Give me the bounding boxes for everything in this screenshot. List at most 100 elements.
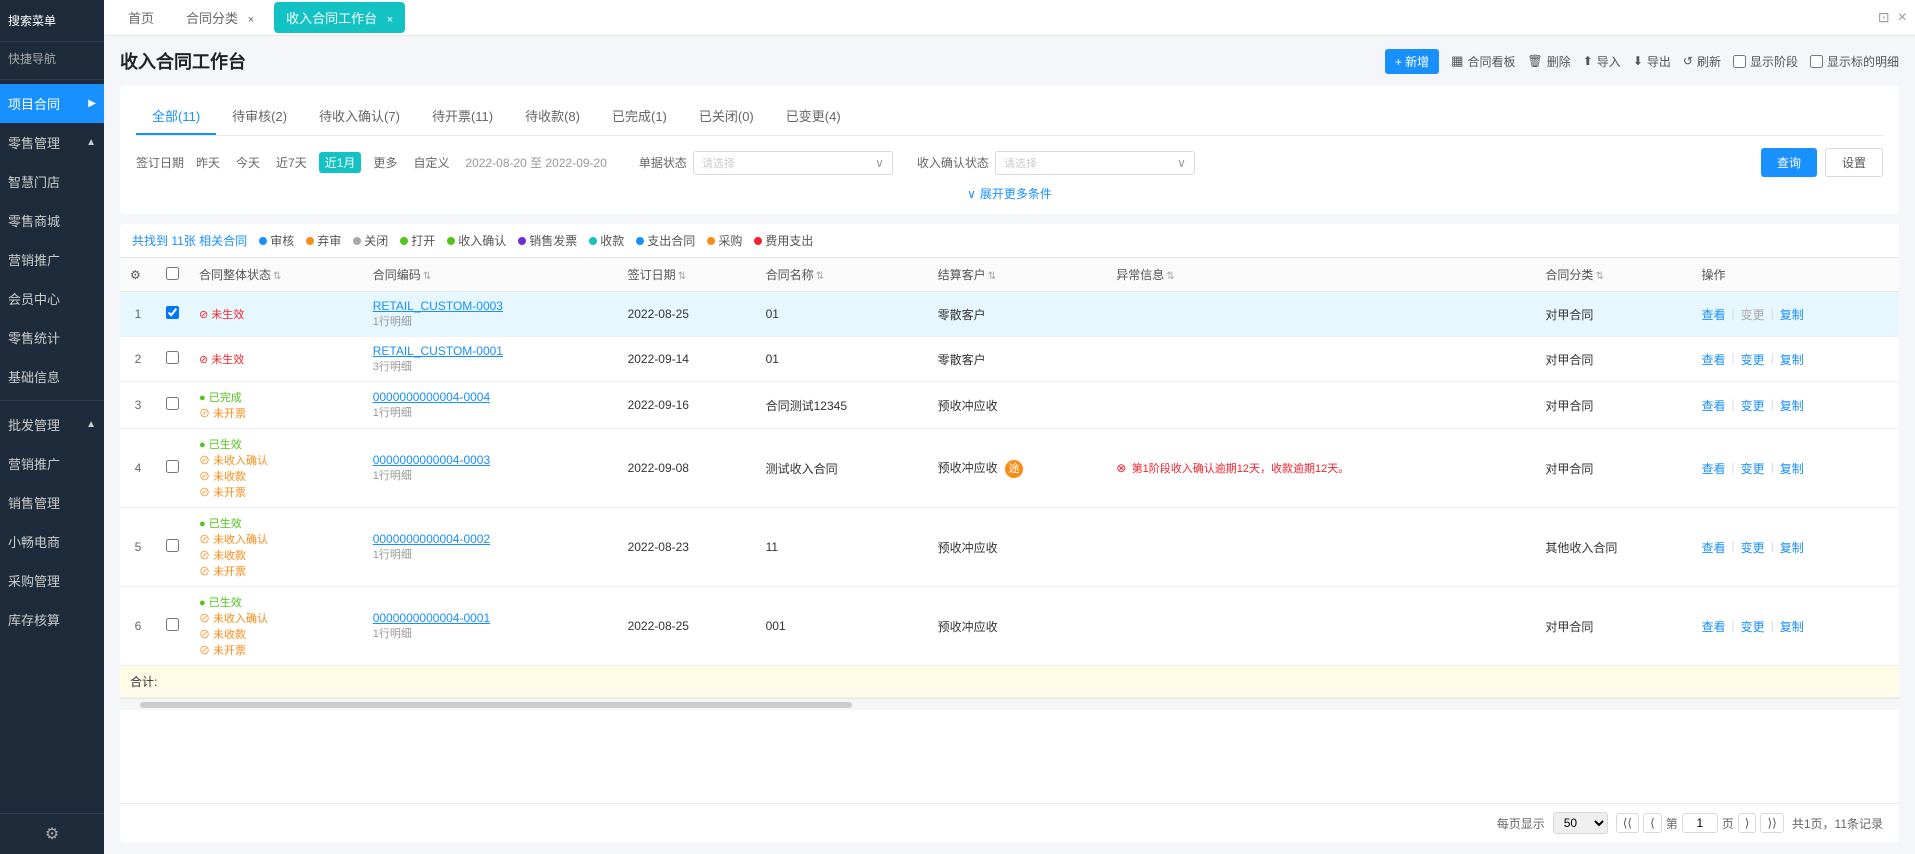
view-btn[interactable]: 查看	[1702, 397, 1726, 414]
delete-button[interactable]: 🗑 删除	[1527, 53, 1570, 70]
view-btn[interactable]: 查看	[1702, 618, 1726, 635]
settings-gear-icon[interactable]: ⚙	[8, 824, 96, 844]
sidebar-item-sales-mgmt[interactable]: 销售管理	[0, 483, 104, 522]
refresh-button[interactable]: ↺ 刷新	[1683, 53, 1721, 70]
th-checkbox[interactable]	[156, 258, 189, 292]
sidebar-item-retail-stats[interactable]: 零售统计	[0, 318, 104, 357]
next-page-btn[interactable]: ⟩	[1738, 813, 1757, 833]
support-contract-action-btn[interactable]: 支出合同	[636, 232, 695, 249]
contract-code-link[interactable]: RETAIL_CUSTOM-0001	[373, 344, 503, 358]
show-stage-checkbox[interactable]: 显示阶段	[1733, 53, 1798, 70]
income-confirm-select[interactable]: 请选择 ∨	[995, 151, 1195, 175]
th-contract-name[interactable]: 合同名称⇅	[756, 258, 928, 292]
view-btn[interactable]: 查看	[1702, 539, 1726, 556]
copy-btn[interactable]: 复制	[1780, 306, 1804, 323]
view-btn[interactable]: 查看	[1702, 351, 1726, 368]
row-checkbox[interactable]	[166, 539, 179, 552]
th-contract-code[interactable]: 合同编码⇅	[363, 258, 618, 292]
change-btn[interactable]: 变更	[1741, 351, 1765, 368]
status-tab-closed[interactable]: 已关闭(0)	[683, 98, 770, 135]
sidebar-item-ecommerce[interactable]: 小畅电商	[0, 522, 104, 561]
view-btn[interactable]: 查看	[1702, 460, 1726, 477]
contract-code-link[interactable]: 0000000000004-0002	[373, 532, 490, 546]
sidebar-item-member[interactable]: 会员中心	[0, 279, 104, 318]
status-tab-completed[interactable]: 已完成(1)	[596, 98, 683, 135]
sidebar-item-inventory[interactable]: 库存核算	[0, 600, 104, 639]
sales-invoice-action-btn[interactable]: 销售发票	[518, 232, 577, 249]
first-page-btn[interactable]: ⟨⟨	[1616, 813, 1639, 833]
show-flag-detail-checkbox[interactable]: 显示标的明细	[1810, 53, 1899, 70]
purchase-action-btn[interactable]: 采购	[707, 232, 742, 249]
change-btn[interactable]: 变更	[1741, 397, 1765, 414]
sidebar-item-retail-mall[interactable]: 零售商城	[0, 201, 104, 240]
row-checkbox-cell[interactable]	[156, 382, 189, 429]
window-restore-icon[interactable]: ⊡	[1878, 9, 1890, 26]
sidebar-item-smart-store[interactable]: 智慧门店	[0, 162, 104, 201]
close-action-btn[interactable]: 关闭	[353, 232, 388, 249]
last-page-btn[interactable]: ⟩⟩	[1760, 813, 1783, 833]
contract-code-link[interactable]: RETAIL_CUSTOM-0003	[373, 299, 503, 313]
sidebar-search[interactable]: 搜索菜单	[0, 0, 104, 42]
view-btn[interactable]: 查看	[1702, 306, 1726, 323]
copy-btn[interactable]: 复制	[1780, 397, 1804, 414]
print-action-btn[interactable]: 打开	[400, 232, 435, 249]
contract-code-link[interactable]: 0000000000004-0001	[373, 611, 490, 625]
filter-custom[interactable]: 自定义	[409, 152, 453, 173]
setting-button[interactable]: 设置	[1825, 148, 1883, 177]
close-tab-contract-category[interactable]: ×	[248, 14, 254, 26]
export-button[interactable]: ⬇ 导出	[1633, 53, 1671, 70]
status-tab-pending-payment[interactable]: 待收款(8)	[509, 98, 596, 135]
show-flag-detail-check[interactable]	[1810, 55, 1823, 68]
status-tab-changed[interactable]: 已变更(4)	[770, 98, 857, 135]
expand-more-btn[interactable]: ∨ 展开更多条件	[136, 185, 1883, 202]
contract-board-button[interactable]: ▦ 合同看板	[1451, 53, 1515, 70]
row-checkbox-cell[interactable]	[156, 429, 189, 508]
filter-last1month[interactable]: 近1月	[319, 152, 362, 173]
row-checkbox[interactable]	[166, 618, 179, 631]
sidebar-item-base-info[interactable]: 基础信息	[0, 357, 104, 396]
import-button[interactable]: ⬆ 导入	[1583, 53, 1621, 70]
row-checkbox-cell[interactable]	[156, 337, 189, 382]
row-checkbox-cell[interactable]	[156, 508, 189, 587]
change-btn[interactable]: 变更	[1741, 618, 1765, 635]
change-btn[interactable]: 变更	[1741, 539, 1765, 556]
th-contract-status[interactable]: 合同整体状态⇅	[189, 258, 363, 292]
copy-btn[interactable]: 复制	[1780, 618, 1804, 635]
status-tab-pending-invoice[interactable]: 待开票(11)	[416, 98, 509, 135]
tab-contract-category[interactable]: 合同分类 ×	[170, 0, 270, 35]
query-button[interactable]: 查询	[1761, 148, 1817, 177]
sidebar-item-marketing[interactable]: 营销推广	[0, 240, 104, 279]
per-page-select[interactable]: 50 20 100	[1553, 812, 1608, 834]
th-settings[interactable]: ⚙	[120, 258, 156, 292]
sidebar-item-purchase[interactable]: 采购管理	[0, 561, 104, 600]
sidebar-item-project[interactable]: 项目合同 ▶	[0, 84, 104, 123]
show-stage-check[interactable]	[1733, 55, 1746, 68]
change-btn[interactable]: 变更	[1741, 306, 1765, 323]
sidebar-item-wholesale[interactable]: 批发管理 ▲	[0, 405, 104, 444]
th-sign-date[interactable]: 签订日期⇅	[618, 258, 756, 292]
expense-action-btn[interactable]: 费用支出	[754, 232, 813, 249]
doc-status-select[interactable]: 请选择 ∨	[693, 151, 893, 175]
th-contract-type[interactable]: 合同分类⇅	[1535, 258, 1691, 292]
copy-btn[interactable]: 复制	[1780, 351, 1804, 368]
page-input[interactable]	[1682, 813, 1718, 833]
close-tab-income-contract[interactable]: ×	[387, 14, 393, 26]
copy-btn[interactable]: 复制	[1780, 460, 1804, 477]
sidebar-item-retail-mgmt[interactable]: 零售管理 ▲	[0, 123, 104, 162]
window-close-icon[interactable]: ×	[1898, 9, 1907, 27]
payment-action-btn[interactable]: 收款	[589, 232, 624, 249]
tab-home[interactable]: 首页	[112, 0, 170, 35]
filter-yesterday[interactable]: 昨天	[192, 152, 224, 173]
th-customer[interactable]: 结算客户⇅	[928, 258, 1107, 292]
tab-income-contract[interactable]: 收入合同工作台 ×	[274, 2, 405, 33]
status-tab-all[interactable]: 全部(11)	[136, 98, 216, 135]
copy-btn[interactable]: 复制	[1780, 539, 1804, 556]
contract-code-link[interactable]: 0000000000004-0004	[373, 390, 490, 404]
row-checkbox[interactable]	[166, 460, 179, 473]
filter-last7days[interactable]: 近7天	[272, 152, 311, 173]
prev-page-btn[interactable]: ⟨	[1643, 813, 1662, 833]
sidebar-item-marketing2[interactable]: 营销推广	[0, 444, 104, 483]
add-button[interactable]: + 新增	[1385, 49, 1439, 74]
status-tab-pending-review[interactable]: 待审核(2)	[216, 98, 303, 135]
status-tab-pending-confirm[interactable]: 待收入确认(7)	[303, 98, 416, 135]
